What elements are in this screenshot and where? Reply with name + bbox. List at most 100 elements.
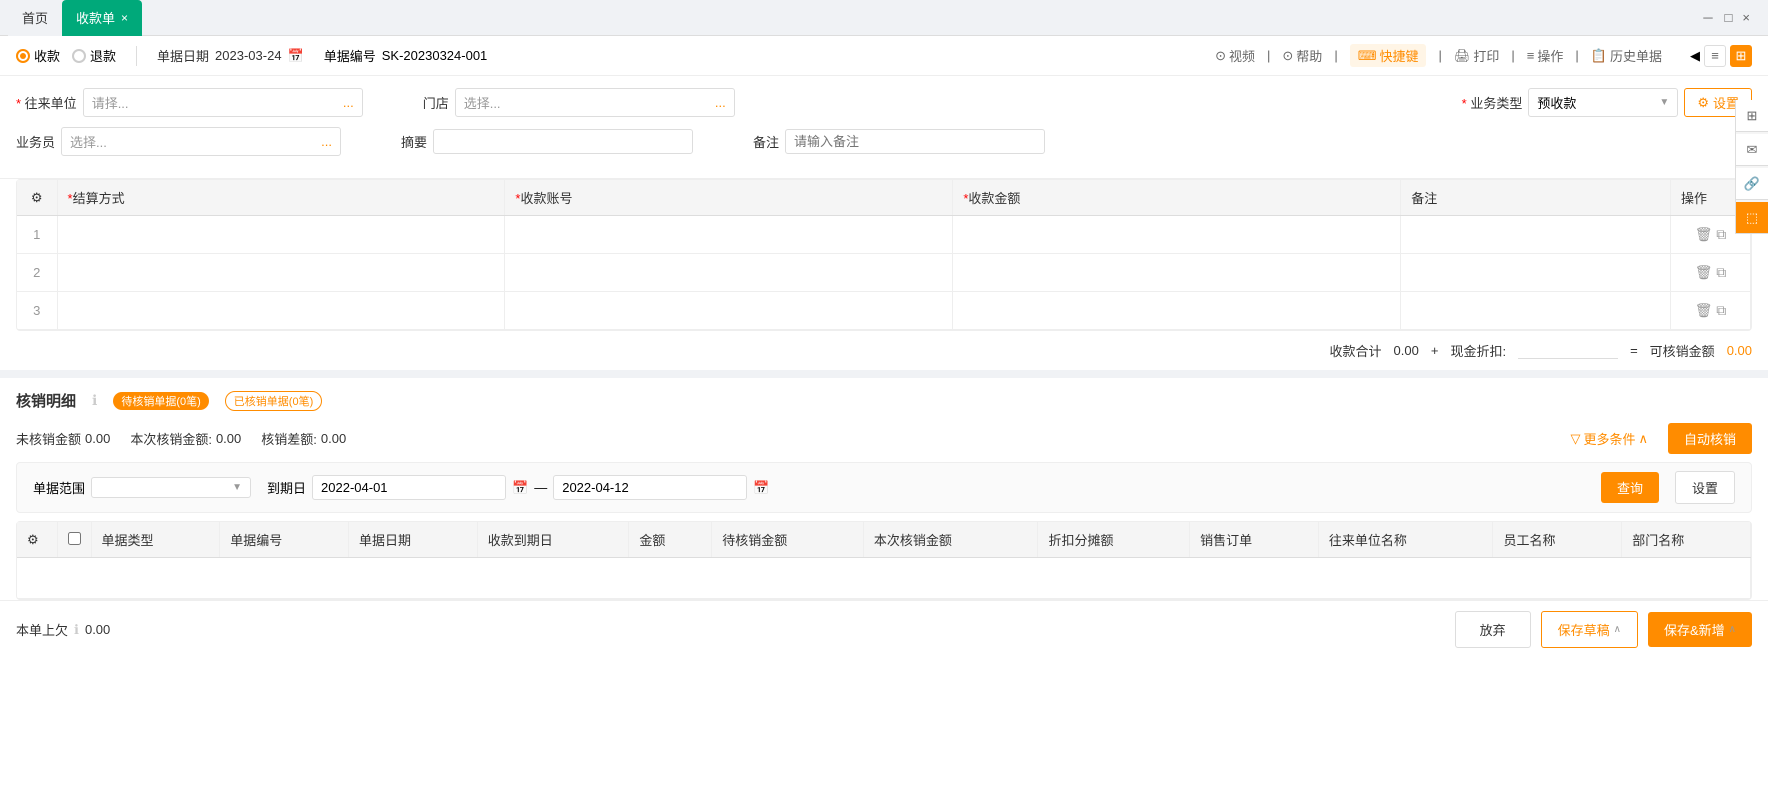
delete-icon-1[interactable]: 🗑 [1695,226,1713,242]
delete-icon-2[interactable]: 🗑 [1695,264,1713,280]
business-type-select[interactable]: 预收款 ▼ [1528,88,1678,117]
total-footer-value: 0.00 [85,622,110,637]
tab-home[interactable]: 首页 [8,0,62,36]
minimize-icon[interactable]: － [1702,8,1715,27]
account-cell-2[interactable] [505,254,953,292]
footer-bar: 本单上欠 ℹ 0.00 放弃 保存草稿 ∧ 保存&新增 ∧ [0,600,1768,658]
history-link[interactable]: 📋 历史单据 [1591,46,1662,65]
calendar-to-icon[interactable]: 📅 [753,480,769,496]
staff-dots[interactable]: ... [321,134,332,149]
date-to-input[interactable] [553,475,747,500]
amount-cell-1[interactable] [953,216,1401,254]
remark-cell-2[interactable] [1401,254,1671,292]
footer-total: 本单上欠 ℹ 0.00 [16,620,110,639]
receipt-radio-circle [16,49,30,63]
business-type-label: 业务类型 [1462,93,1523,112]
store-label: 门店 [423,93,449,112]
verification-header: 核销明细 ℹ 待核销单据(0笔) 已核销单据(0笔) [0,370,1768,419]
grid-view-btn[interactable]: ⊞ [1730,45,1752,67]
col-current-verify: 本次核销金额 [863,522,1038,558]
date-from-input[interactable] [312,475,506,500]
settlement-cell-2[interactable] [57,254,505,292]
info-icon[interactable]: ℹ [92,392,97,409]
action-cell-3: 🗑 ⧉ [1671,292,1751,330]
summary-input[interactable] [433,129,693,154]
date-field: 单据日期 2023-03-24 📅 [157,46,304,65]
auto-verify-button[interactable]: 自动核销 [1668,423,1752,454]
receipt-radio[interactable]: 收款 [16,46,60,65]
col-account: *收款账号 [505,180,953,216]
sidebar-table-icon[interactable]: ⊞ [1736,100,1768,132]
help-link[interactable]: ⊙ 帮助 [1282,46,1322,65]
form-section: 往来单位 请择... ... 门店 选择... ... 业务类型 预收款 [0,76,1768,179]
shortcut-link[interactable]: ⌨ 快捷键 [1350,44,1427,67]
stats-row: 未核销金额 0.00 本次核销金额: 0.00 核销差额: 0.00 ▽ 更多条… [0,419,1768,462]
list-view-btn[interactable]: ≡ [1704,45,1726,67]
sidebar-mail-icon[interactable]: ✉ [1736,134,1768,166]
col-discount: 折扣分摊额 [1038,522,1190,558]
print-link[interactable]: 🖨 打印 [1454,46,1500,65]
settlement-cell-1[interactable] [57,216,505,254]
discard-button[interactable]: 放弃 [1455,611,1531,648]
partner-input[interactable]: 请择... ... [83,88,363,117]
remark-cell-3[interactable] [1401,292,1671,330]
account-cell-1[interactable] [505,216,953,254]
refund-radio[interactable]: 退款 [72,46,116,65]
close-tab-icon[interactable]: × [121,11,128,25]
sidebar-scan-icon[interactable]: ⬚ [1736,202,1768,234]
partner-dots[interactable]: ... [343,95,354,110]
range-select[interactable]: ▼ [91,477,251,498]
toolbar-row: 收款 退款 单据日期 2023-03-24 📅 单据编号 SK-20230324… [0,36,1768,76]
discount-input[interactable] [1518,343,1618,359]
date-range: 📅 — 📅 [312,475,769,500]
more-conditions-btn[interactable]: ▽ 更多条件 ∧ [1570,429,1648,448]
settlement-cell-3[interactable] [57,292,505,330]
sidebar-link-icon[interactable]: 🔗 [1736,168,1768,200]
query-button[interactable]: 查询 [1601,472,1659,503]
query-settings-button[interactable]: 设置 [1675,471,1735,504]
amount-cell-2[interactable] [953,254,1401,292]
staff-field: 业务员 选择... ... [16,127,341,156]
maximize-icon[interactable]: □ [1725,10,1733,25]
bottom-table-container: ⚙ 单据类型 单据编号 单据日期 收款到期日 金额 待核销金额 本次核销金额 折… [16,521,1752,600]
tab-receipt[interactable]: 收款单 × [62,0,142,36]
row-num-1: 1 [17,216,57,254]
delete-icon-3[interactable]: 🗑 [1695,302,1713,318]
table-gear-header[interactable]: ⚙ [17,180,57,216]
col-doc-number: 单据编号 [220,522,349,558]
save-new-button[interactable]: 保存&新增 ∧ [1648,612,1752,647]
remark-cell-1[interactable] [1401,216,1671,254]
store-dots[interactable]: ... [715,95,726,110]
gear-icon: ⚙ [1697,95,1709,111]
save-draft-button[interactable]: 保存草稿 ∧ [1541,611,1638,648]
copy-icon-1[interactable]: ⧉ [1716,226,1726,242]
remark-input[interactable] [785,129,1045,154]
copy-icon-2[interactable]: ⧉ [1716,264,1726,280]
col-checkbox[interactable] [57,522,91,558]
amount-cell-3[interactable] [953,292,1401,330]
info-icon-footer: ℹ [74,622,79,638]
operation-link[interactable]: ≡ 操作 [1527,46,1564,65]
account-cell-3[interactable] [505,292,953,330]
copy-icon-3[interactable]: ⧉ [1716,302,1726,318]
pending-badge[interactable]: 待核销单据(0笔) [113,392,208,410]
done-badge[interactable]: 已核销单据(0笔) [225,391,322,411]
calendar-from-icon[interactable]: 📅 [512,480,528,496]
partner-field: 往来单位 请择... ... [16,88,363,117]
col-doc-date: 单据日期 [348,522,477,558]
video-link[interactable]: ⊙ 视频 [1215,46,1255,65]
col-gear[interactable]: ⚙ [17,522,57,558]
col-remark: 备注 [1401,180,1671,216]
staff-input[interactable]: 选择... ... [61,127,341,156]
view-toggle: ◀ ≡ ⊞ [1690,45,1752,67]
store-input[interactable]: 选择... ... [455,88,735,117]
prev-icon[interactable]: ◀ [1690,48,1700,64]
date-value: 2023-03-24 [215,48,282,63]
select-all-checkbox[interactable] [68,532,81,545]
main-table: ⚙ *结算方式 *收款账号 *收款金额 备注 操作 1 🗑 [17,180,1751,330]
doc-number-value: SK-20230324-001 [382,48,488,63]
close-window-icon[interactable]: × [1742,10,1750,25]
main-content: 收款 退款 单据日期 2023-03-24 📅 单据编号 SK-20230324… [0,36,1768,796]
calendar-icon[interactable]: 📅 [288,48,304,64]
action-cell-2: 🗑 ⧉ [1671,254,1751,292]
